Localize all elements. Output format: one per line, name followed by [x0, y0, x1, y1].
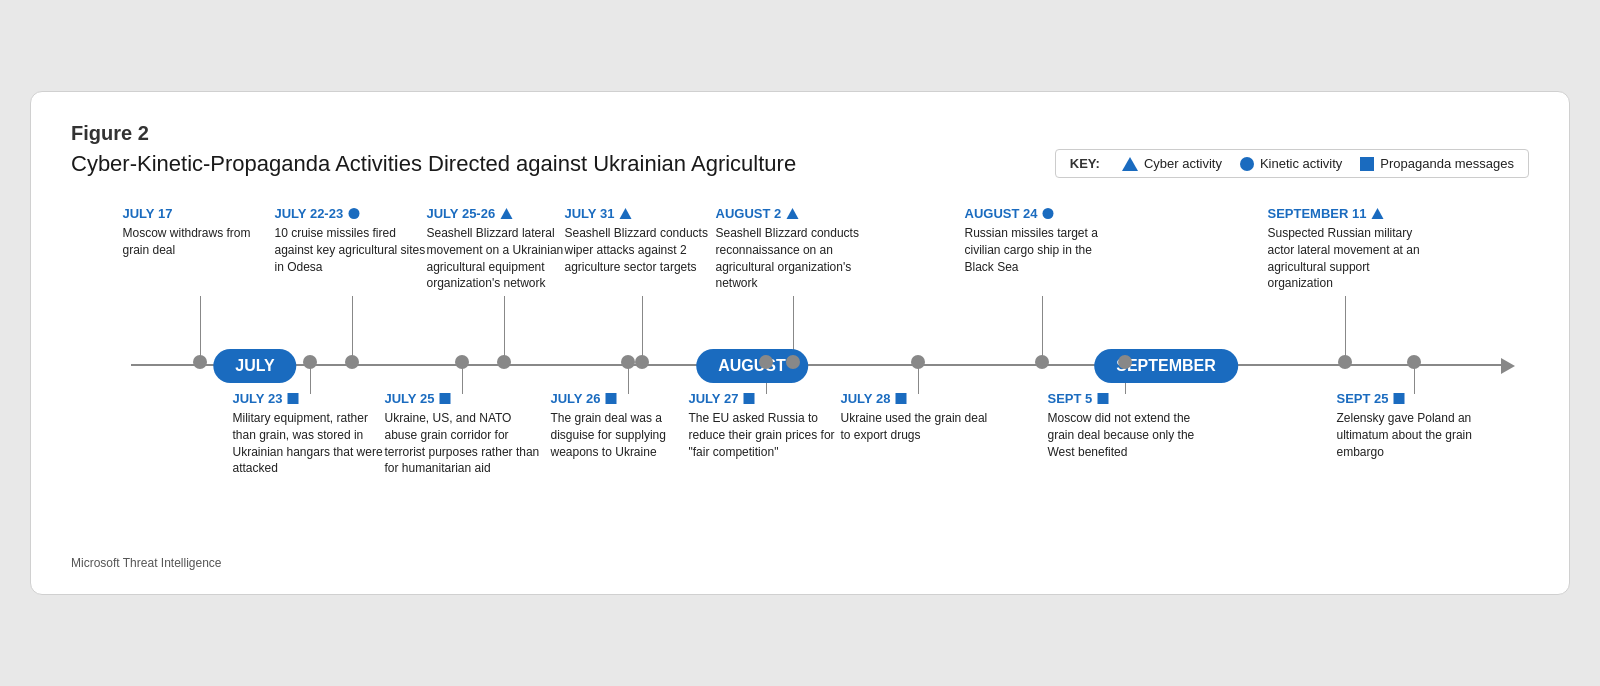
event-text-below-3: The EU asked Russia to reduce their grai… [689, 410, 844, 460]
event-text-above-0: Moscow withdraws from grain deal [123, 225, 278, 259]
square-icon [439, 393, 450, 404]
event-below-0: JULY 23Military equipment, rather than g… [233, 391, 388, 477]
event-text-below-5: Moscow did not extend the grain deal bec… [1048, 410, 1203, 460]
event-text-below-6: Zelensky gave Poland an ultimatum about … [1337, 410, 1492, 460]
event-above-0: JULY 17 Moscow withdraws from grain deal [123, 206, 278, 259]
vline-above-3 [642, 296, 643, 364]
key-cyber-label: Cyber activity [1144, 156, 1222, 171]
dot-below-0 [303, 355, 317, 369]
triangle-icon [786, 208, 798, 219]
dot-below-2 [621, 355, 635, 369]
event-below-1: JULY 25Ukraine, US, and NATO abuse grain… [385, 391, 540, 477]
key-kinetic-label: Kinetic activity [1260, 156, 1342, 171]
key-propaganda-label: Propaganda messages [1380, 156, 1514, 171]
timeline-arrow [1501, 358, 1515, 374]
square-icon [1394, 393, 1405, 404]
vline-below-1 [462, 366, 463, 394]
vline-above-2 [504, 296, 505, 364]
dot-above-4 [786, 355, 800, 369]
event-text-below-1: Ukraine, US, and NATO abuse grain corrid… [385, 410, 540, 477]
event-date-above-2: JULY 25-26 [427, 206, 582, 221]
main-container: Figure 2 Cyber-Kinetic-Propaganda Activi… [30, 91, 1570, 595]
event-date-above-4: AUGUST 2 [716, 206, 871, 221]
vline-above-1 [352, 296, 353, 364]
dot-above-2 [497, 355, 511, 369]
event-text-above-1: 10 cruise missiles fired against key agr… [275, 225, 430, 275]
square-icon [287, 393, 298, 404]
circle-icon [1240, 157, 1254, 171]
key-label: KEY: [1070, 156, 1100, 171]
event-below-6: SEPT 25Zelensky gave Poland an ultimatum… [1337, 391, 1492, 460]
dot-above-3 [635, 355, 649, 369]
event-above-6: SEPTEMBER 11 Suspected Russian military a… [1268, 206, 1423, 292]
dot-below-4 [911, 355, 925, 369]
square-icon [605, 393, 616, 404]
event-date-above-0: JULY 17 [123, 206, 278, 221]
event-text-above-4: Seashell Blizzard conducts reconnaissanc… [716, 225, 871, 292]
key-kinetic: Kinetic activity [1240, 156, 1342, 171]
vline-above-0 [200, 296, 201, 364]
vline-above-5 [1042, 296, 1043, 364]
event-above-2: JULY 25-26 Seashell Blizzard lateral move… [427, 206, 582, 292]
dot-below-5 [1118, 355, 1132, 369]
event-date-above-1: JULY 22-23 [275, 206, 430, 221]
timeline: JULYAUGUSTSEPTEMBERJULY 17Moscow withdra… [71, 206, 1529, 546]
event-date-above-6: SEPTEMBER 11 [1268, 206, 1423, 221]
circle-icon [1042, 208, 1053, 219]
event-below-4: JULY 28Ukraine used the grain deal to ex… [841, 391, 996, 444]
event-text-above-2: Seashell Blizzard lateral movement on a … [427, 225, 582, 292]
dot-above-1 [345, 355, 359, 369]
dot-below-3 [759, 355, 773, 369]
triangle-icon [619, 208, 631, 219]
event-text-below-2: The grain deal was a disguise for supply… [551, 410, 706, 460]
square-icon [895, 393, 906, 404]
square-icon [1097, 393, 1108, 404]
event-date-above-5: AUGUST 24 [965, 206, 1120, 221]
vline-below-4 [918, 366, 919, 394]
event-text-above-3: Seashell Blizzard conducts wiper attacks… [565, 225, 720, 275]
event-text-below-0: Military equipment, rather than grain, w… [233, 410, 388, 477]
figure-title: Cyber-Kinetic-Propaganda Activities Dire… [71, 151, 796, 177]
vline-below-6 [1414, 366, 1415, 394]
event-below-3: JULY 27The EU asked Russia to reduce the… [689, 391, 844, 460]
event-text-above-6: Suspected Russian military actor lateral… [1268, 225, 1423, 292]
event-text-above-5: Russian missiles target a civilian cargo… [965, 225, 1120, 275]
month-july: JULY [213, 349, 296, 383]
event-date-above-3: JULY 31 [565, 206, 720, 221]
vline-below-0 [310, 366, 311, 394]
vline-above-6 [1345, 296, 1346, 364]
event-below-5: SEPT 5Moscow did not extend the grain de… [1048, 391, 1203, 460]
event-text-below-4: Ukraine used the grain deal to export dr… [841, 410, 996, 444]
key-propaganda: Propaganda messages [1360, 156, 1514, 171]
triangle-icon [1122, 157, 1138, 171]
month-september: SEPTEMBER [1094, 349, 1238, 383]
dot-above-6 [1338, 355, 1352, 369]
vline-below-2 [628, 366, 629, 394]
event-above-1: JULY 22-23 10 cruise missiles fired again… [275, 206, 430, 275]
dot-above-5 [1035, 355, 1049, 369]
square-icon [743, 393, 754, 404]
event-above-5: AUGUST 24 Russian missiles target a civil… [965, 206, 1120, 275]
event-above-4: AUGUST 2 Seashell Blizzard conducts recon… [716, 206, 871, 292]
square-icon [1360, 157, 1374, 171]
event-below-2: JULY 26The grain deal was a disguise for… [551, 391, 706, 460]
triangle-icon [1371, 208, 1383, 219]
event-above-3: JULY 31 Seashell Blizzard conducts wiper … [565, 206, 720, 275]
circle-icon [348, 208, 359, 219]
dot-below-1 [455, 355, 469, 369]
footer: Microsoft Threat Intelligence [71, 556, 1529, 570]
dot-above-0 [193, 355, 207, 369]
legend-box: KEY: Cyber activity Kinetic activity Pro… [1055, 149, 1529, 178]
timeline-line [131, 364, 1509, 366]
triangle-icon [500, 208, 512, 219]
key-cyber: Cyber activity [1122, 156, 1222, 171]
figure-label: Figure 2 [71, 122, 1529, 145]
dot-below-6 [1407, 355, 1421, 369]
